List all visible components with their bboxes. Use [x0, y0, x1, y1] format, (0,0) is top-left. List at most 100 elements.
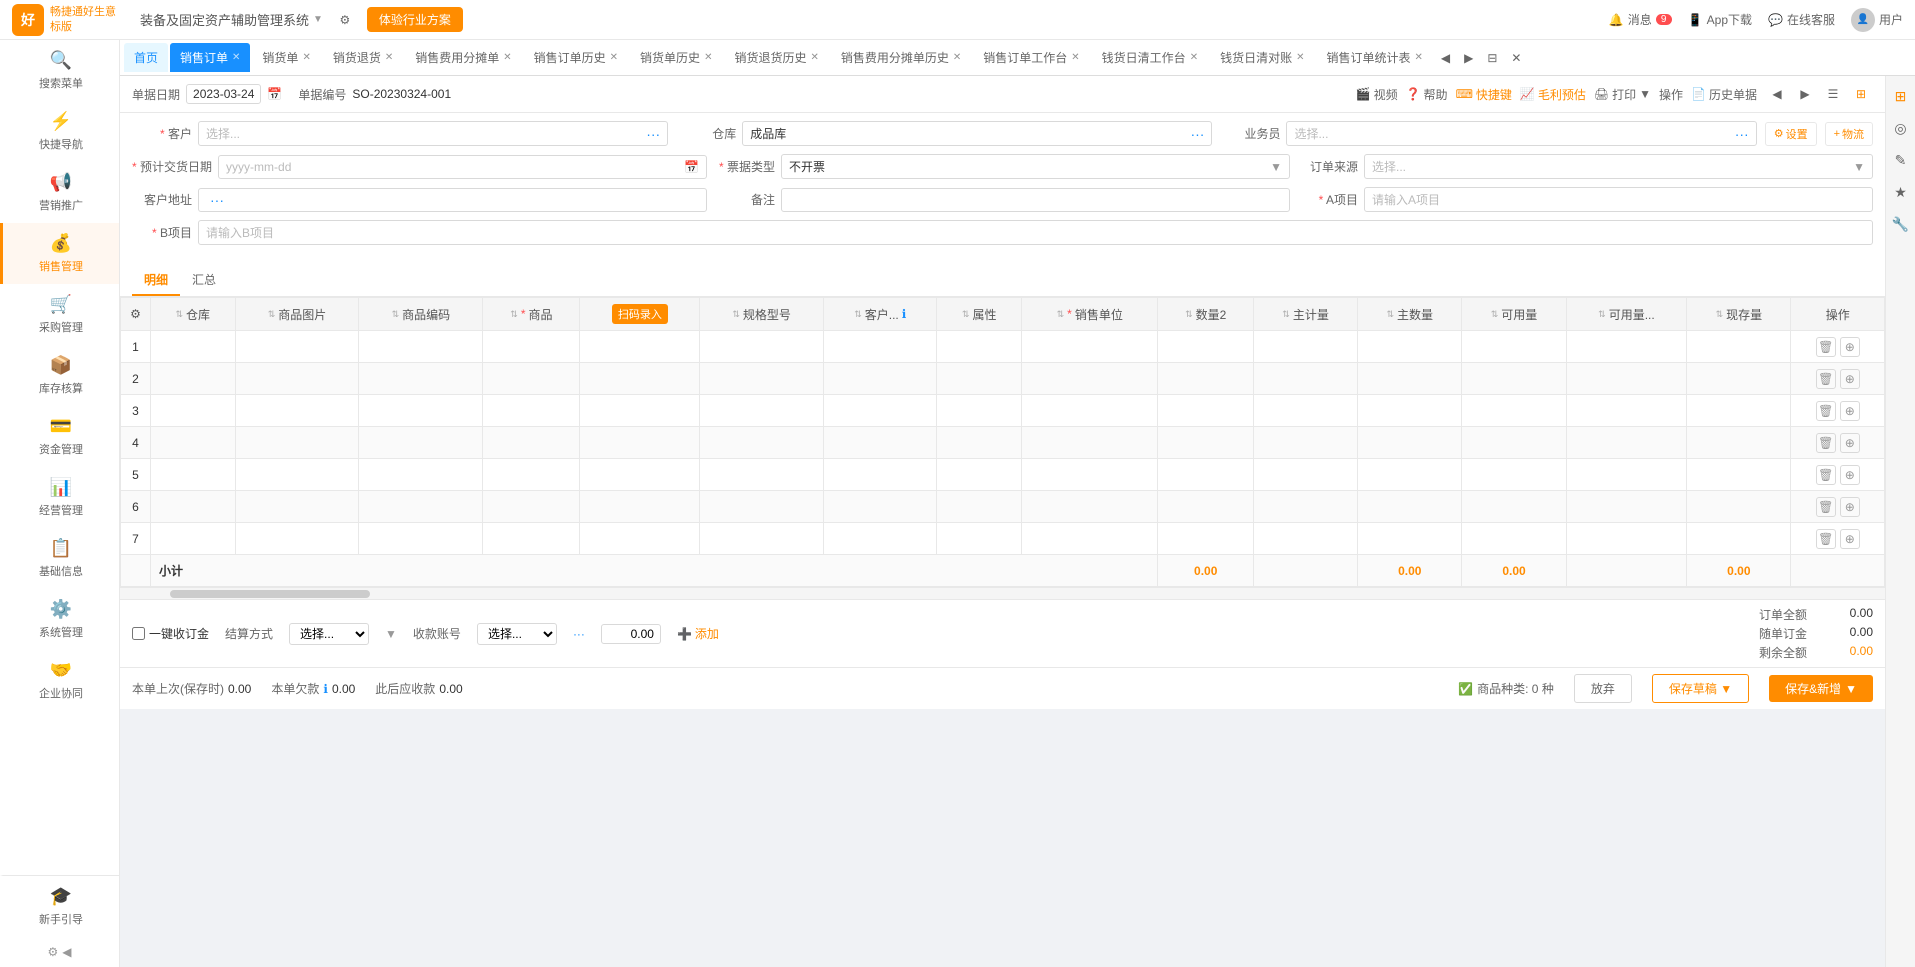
tab-daily-workbench[interactable]: 钱货日清工作台 ✕ [1092, 43, 1208, 72]
next-record-icon[interactable]: ▶ [1793, 82, 1817, 106]
sort-icon[interactable]: ⇅ [1185, 309, 1193, 320]
shortcut-action[interactable]: ⌨快捷键 [1456, 86, 1512, 103]
amount-input[interactable] [601, 624, 661, 644]
user-menu[interactable]: 👤 用户 [1851, 8, 1903, 32]
row-delete-icon[interactable]: 🗑 [1816, 433, 1836, 453]
history-action[interactable]: 📄历史单据 [1691, 86, 1757, 103]
add-btn[interactable]: ➕ 添加 [677, 625, 719, 642]
sidebar-item-search[interactable]: 🔍 搜索菜单 [0, 40, 119, 101]
tab-expand-btn[interactable]: ⊟ [1481, 47, 1503, 69]
industry-btn[interactable]: 体验行业方案 [367, 7, 463, 32]
row-copy-icon[interactable]: ⊕ [1840, 529, 1860, 549]
profit-action[interactable]: 📈毛利预估 [1520, 86, 1586, 103]
sidebar-item-system[interactable]: ⚙️ 系统管理 [0, 589, 119, 650]
tab-sales-invoice[interactable]: 销货单 ✕ [252, 43, 320, 72]
row-copy-icon[interactable]: ⊕ [1840, 433, 1860, 453]
row-delete-icon[interactable]: 🗑 [1816, 337, 1836, 357]
right-panel-icon-edit[interactable]: ✎ [1889, 148, 1913, 172]
print-action[interactable]: 🖨打印 ▼ [1594, 86, 1651, 103]
sidebar-item-collab[interactable]: 🤝 企业协同 [0, 650, 119, 711]
system-name[interactable]: 装备及固定资产辅助管理系统 ▼ [140, 10, 323, 29]
sort-icon[interactable]: ⇅ [175, 309, 183, 320]
row-avail-qty2[interactable] [1566, 331, 1687, 363]
prev-record-icon[interactable]: ◀ [1765, 82, 1789, 106]
quick-order-check[interactable] [132, 627, 145, 640]
horizontal-scrollbar[interactable] [120, 587, 1885, 599]
row-copy-icon[interactable]: ⊕ [1840, 465, 1860, 485]
help-action[interactable]: ❓帮助 [1406, 86, 1448, 103]
save-draft-btn[interactable]: 保存草稿 ▼ [1652, 674, 1749, 703]
grid-view-icon[interactable]: ⊞ [1849, 82, 1873, 106]
tab-order-workbench[interactable]: 销售订单工作台 ✕ [973, 43, 1089, 72]
tab-close-icon[interactable]: ✕ [1071, 52, 1079, 63]
delivery-calendar-icon[interactable]: 📅 [684, 160, 699, 174]
account-expand-icon[interactable]: ··· [573, 627, 585, 641]
address-input[interactable]: ··· [198, 188, 707, 212]
row-main-qty[interactable] [1358, 331, 1462, 363]
warehouse-input[interactable]: 成品库 ··· [742, 121, 1212, 146]
sort-icon[interactable]: ⇅ [268, 309, 276, 320]
row-copy-icon[interactable]: ⊕ [1840, 369, 1860, 389]
tab-order-stats[interactable]: 销售订单统计表 ✕ [1316, 43, 1432, 72]
sort-icon[interactable]: ⇅ [962, 309, 970, 320]
row-goods[interactable] [483, 331, 580, 363]
settings-bottom-icon[interactable]: ⚙ [48, 945, 59, 959]
sort-icon[interactable]: ⇅ [732, 309, 740, 320]
sidebar-item-operations[interactable]: 📊 经营管理 [0, 467, 119, 528]
sort-icon[interactable]: ⇅ [1057, 309, 1065, 320]
remark-input[interactable] [781, 188, 1290, 212]
sort-icon[interactable]: ⇅ [1598, 309, 1606, 320]
row-scan[interactable] [580, 331, 700, 363]
account-select[interactable]: 选择... [477, 623, 557, 645]
row-attr[interactable] [937, 331, 1022, 363]
sidebar-item-basic[interactable]: 📋 基础信息 [0, 528, 119, 589]
row-copy-icon[interactable]: ⊕ [1840, 497, 1860, 517]
right-panel-icon-star[interactable]: ★ [1889, 180, 1913, 204]
sort-icon[interactable]: ⇅ [1282, 309, 1290, 320]
customer-expand-icon[interactable]: ··· [646, 126, 660, 142]
tab-sales-return[interactable]: 销货退货 ✕ [323, 43, 403, 72]
scan-btn[interactable]: 扫码录入 [612, 304, 668, 324]
sidebar-item-quicknav[interactable]: ⚡ 快捷导航 [0, 101, 119, 162]
sidebar-item-guide[interactable]: 🎓 新手引导 [0, 875, 119, 937]
tab-expense-split[interactable]: 销售费用分摊单 ✕ [405, 43, 521, 72]
tab-invoice-history[interactable]: 销货单历史 ✕ [630, 43, 722, 72]
tab-close-all-btn[interactable]: ✕ [1505, 47, 1527, 69]
tab-order-history[interactable]: 销售订单历史 ✕ [524, 43, 628, 72]
discard-btn[interactable]: 放弃 [1574, 674, 1632, 703]
sort-icon[interactable]: ⇅ [854, 309, 862, 320]
tab-close-icon[interactable]: ✕ [610, 52, 618, 63]
row-spec[interactable] [700, 331, 824, 363]
row-delete-icon[interactable]: 🗑 [1816, 465, 1836, 485]
operations-action[interactable]: 操作 [1659, 86, 1683, 103]
row-stock[interactable] [1687, 331, 1791, 363]
row-image[interactable] [235, 331, 359, 363]
tab-summary[interactable]: 汇总 [180, 265, 228, 296]
tab-return-history[interactable]: 销货退货历史 ✕ [724, 43, 828, 72]
table-gear-icon[interactable]: ⚙ [130, 307, 141, 321]
add-item-btn[interactable]: + 物流 [1825, 122, 1873, 146]
customer-input[interactable]: 选择... ··· [198, 121, 668, 146]
tab-detail[interactable]: 明细 [132, 265, 180, 296]
row-qty2[interactable] [1158, 331, 1253, 363]
order-source-input[interactable]: 选择... ▼ [1364, 154, 1873, 179]
tab-close-icon[interactable]: ✕ [503, 52, 511, 63]
tab-close-icon[interactable]: ✕ [704, 52, 712, 63]
tab-close-icon[interactable]: ✕ [302, 52, 310, 63]
tab-close-icon[interactable]: ✕ [232, 52, 240, 63]
tab-home[interactable]: 首页 [124, 43, 168, 72]
tab-next-btn[interactable]: ▶ [1458, 47, 1479, 69]
row-copy-icon[interactable]: ⊕ [1840, 337, 1860, 357]
sort-icon[interactable]: ⇅ [1716, 309, 1724, 320]
b-project-input[interactable]: 请输入B项目 [198, 220, 1873, 245]
row-unit[interactable] [1021, 331, 1157, 363]
staff-input[interactable]: 选择... ··· [1286, 121, 1756, 146]
address-expand-icon[interactable]: ··· [210, 192, 224, 208]
collapse-sidebar-icon[interactable]: ◀ [62, 945, 71, 959]
right-panel-icon-circle[interactable]: ◎ [1889, 116, 1913, 140]
right-panel-icon-grid[interactable]: ⊞ [1889, 84, 1913, 108]
delivery-input[interactable]: yyyy-mm-dd 📅 [218, 155, 707, 179]
tab-close-icon[interactable]: ✕ [1296, 52, 1304, 63]
sort-icon[interactable]: ⇅ [510, 309, 518, 320]
app-download-btn[interactable]: 📱 App下载 [1688, 11, 1752, 28]
